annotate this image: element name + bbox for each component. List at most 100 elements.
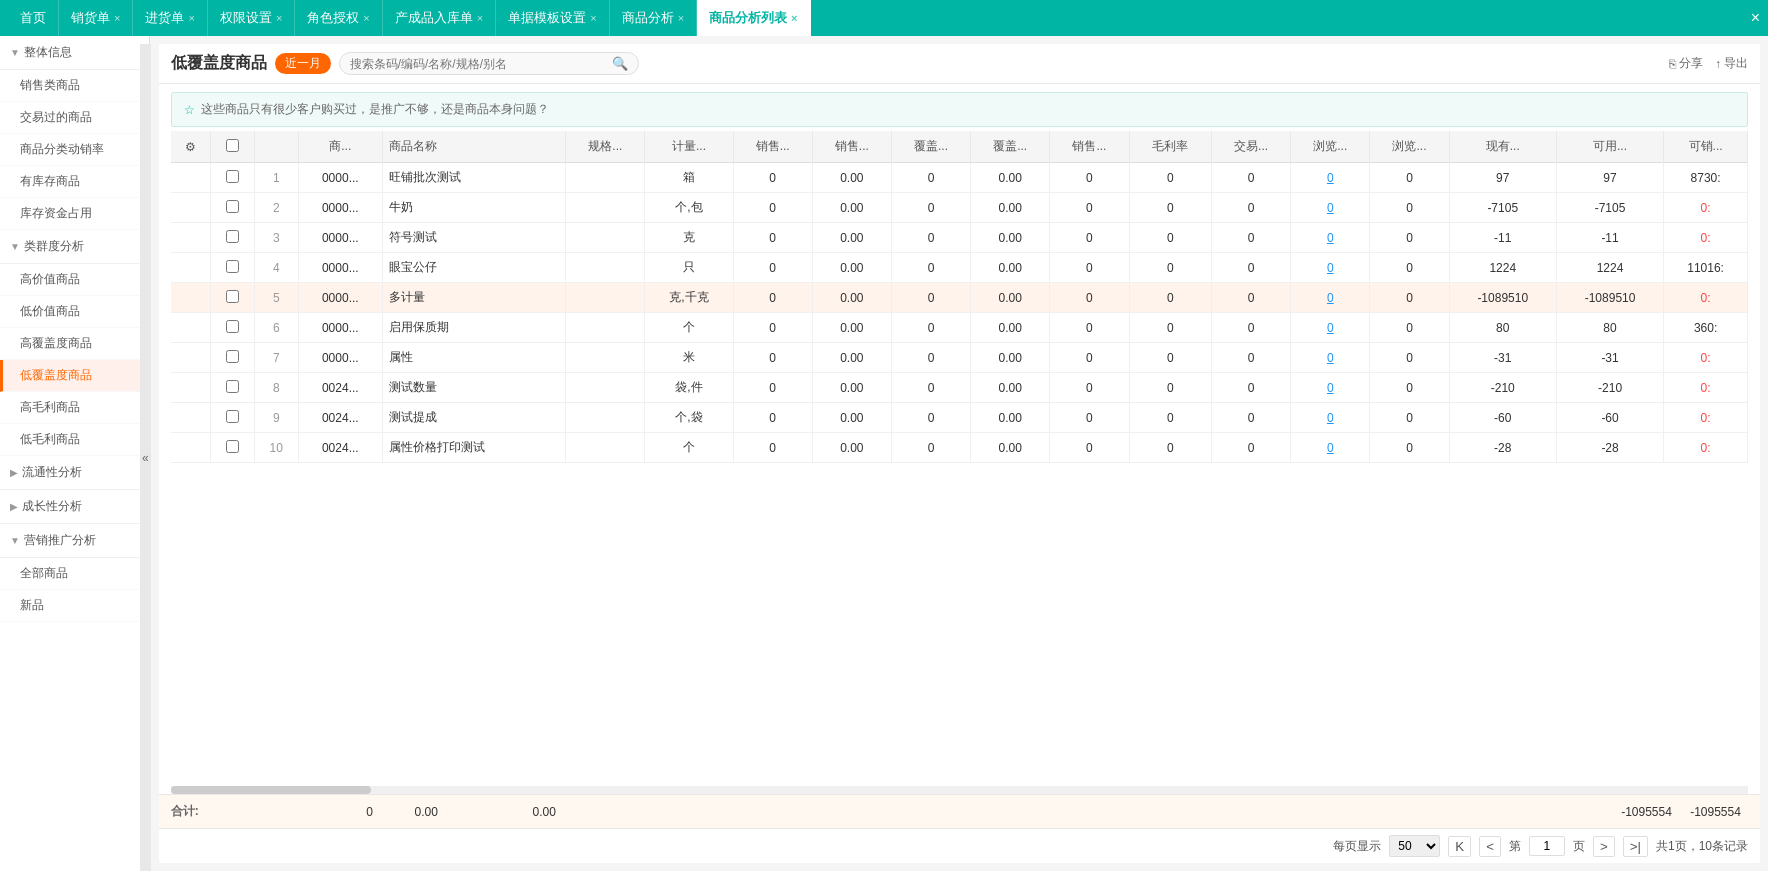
- cell-browse1[interactable]: 0: [1291, 433, 1370, 463]
- share-button[interactable]: ⎘ 分享: [1669, 55, 1703, 72]
- nav-tab-template[interactable]: 单据模板设置 ×: [496, 0, 609, 36]
- cell-browse1[interactable]: 0: [1291, 283, 1370, 313]
- sidebar-section-liquidity[interactable]: ▶ 流通性分析: [0, 456, 149, 490]
- cell-checkbox: [210, 223, 254, 253]
- close-goods-analysis-list-tab[interactable]: ×: [791, 12, 797, 24]
- th-sales1: 销售...: [733, 131, 812, 163]
- cell-sales2: 0.00: [812, 283, 891, 313]
- nav-tab-goods-analysis[interactable]: 商品分析 ×: [610, 0, 697, 36]
- close-purchase-tab[interactable]: ×: [188, 12, 194, 24]
- nav-tab-home[interactable]: 首页: [8, 0, 59, 36]
- row-checkbox[interactable]: [226, 260, 239, 273]
- sidebar-item-all-goods[interactable]: 全部商品: [0, 558, 149, 590]
- settings-icon[interactable]: ⚙: [185, 140, 196, 154]
- close-permission-tab[interactable]: ×: [276, 12, 282, 24]
- cell-browse1[interactable]: 0: [1291, 253, 1370, 283]
- cell-settings: [171, 163, 211, 193]
- page-size-select[interactable]: 50 20 100: [1389, 835, 1440, 857]
- sidebar-section-growth[interactable]: ▶ 成长性分析: [0, 490, 149, 524]
- sidebar-item-high-value[interactable]: 高价值商品: [0, 264, 149, 296]
- time-filter-button[interactable]: 近一月: [275, 53, 331, 74]
- prev-page-button[interactable]: <: [1479, 836, 1501, 857]
- cell-code: 0000...: [298, 223, 382, 253]
- sidebar-section-group[interactable]: ▼ 类群度分析: [0, 230, 149, 264]
- row-checkbox[interactable]: [226, 410, 239, 423]
- sidebar-item-high-coverage[interactable]: 高覆盖度商品: [0, 328, 149, 360]
- nav-tab-product[interactable]: 产成品入库单 ×: [383, 0, 496, 36]
- row-checkbox[interactable]: [226, 380, 239, 393]
- page-number-input[interactable]: [1529, 836, 1565, 856]
- page-unit: 页: [1573, 838, 1585, 855]
- cell-unit: 个,包: [645, 193, 733, 223]
- sidebar-item-capital[interactable]: 库存资金占用: [0, 198, 149, 230]
- row-checkbox[interactable]: [226, 440, 239, 453]
- nav-tab-sales[interactable]: 销货单 ×: [59, 0, 133, 36]
- cell-sales3: 0: [1050, 373, 1129, 403]
- sidebar-section-marketing[interactable]: ▼ 营销推广分析: [0, 524, 149, 558]
- cell-rownum: 1: [254, 163, 298, 193]
- first-page-button[interactable]: K: [1448, 836, 1471, 857]
- export-button[interactable]: ↑ 导出: [1715, 55, 1748, 72]
- cell-rownum: 4: [254, 253, 298, 283]
- row-checkbox[interactable]: [226, 290, 239, 303]
- cell-current: -1089510: [1449, 283, 1556, 313]
- nav-tab-goods-analysis-list[interactable]: 商品分析列表 ×: [697, 0, 810, 36]
- next-page-button[interactable]: >: [1593, 836, 1615, 857]
- sum-current: -1095554: [1614, 805, 1679, 819]
- cell-available: -7105: [1556, 193, 1663, 223]
- cell-browse1[interactable]: 0: [1291, 403, 1370, 433]
- close-all-button[interactable]: ×: [1751, 9, 1760, 27]
- sidebar-item-traded-goods[interactable]: 交易过的商品: [0, 102, 149, 134]
- cell-browse1[interactable]: 0: [1291, 163, 1370, 193]
- row-checkbox[interactable]: [226, 170, 239, 183]
- sidebar-item-low-coverage[interactable]: 低覆盖度商品: [0, 360, 149, 392]
- cell-sales1: 0: [733, 283, 812, 313]
- cell-sellable: 0:: [1664, 403, 1748, 433]
- sidebar-item-high-margin[interactable]: 高毛利商品: [0, 392, 149, 424]
- cell-code: 0024...: [298, 403, 382, 433]
- close-product-tab[interactable]: ×: [477, 12, 483, 24]
- sidebar: ▼ 整体信息 销售类商品 交易过的商品 商品分类动销率 有库存商品 库存资金占用…: [0, 36, 150, 871]
- sidebar-item-stock-goods[interactable]: 有库存商品: [0, 166, 149, 198]
- sidebar-section-overall[interactable]: ▼ 整体信息: [0, 36, 149, 70]
- close-sales-tab[interactable]: ×: [114, 12, 120, 24]
- row-checkbox[interactable]: [226, 320, 239, 333]
- nav-tab-permission[interactable]: 权限设置 ×: [208, 0, 295, 36]
- sidebar-item-low-value[interactable]: 低价值商品: [0, 296, 149, 328]
- cell-browse1[interactable]: 0: [1291, 193, 1370, 223]
- page-label: 第: [1509, 838, 1521, 855]
- sidebar-collapse-button[interactable]: «: [140, 44, 151, 871]
- row-checkbox[interactable]: [226, 350, 239, 363]
- row-checkbox[interactable]: [226, 230, 239, 243]
- search-icon[interactable]: 🔍: [612, 56, 628, 71]
- sidebar-item-low-margin[interactable]: 低毛利商品: [0, 424, 149, 456]
- table-row: 7 0000... 属性 米 0 0.00 0 0.00 0 0 0 0 0 -…: [171, 343, 1748, 373]
- sidebar-item-new-goods[interactable]: 新品: [0, 590, 149, 622]
- cell-browse1[interactable]: 0: [1291, 313, 1370, 343]
- cell-trans: 0: [1212, 193, 1291, 223]
- table-row: 8 0024... 测试数量 袋,件 0 0.00 0 0.00 0 0 0 0…: [171, 373, 1748, 403]
- close-goods-analysis-tab[interactable]: ×: [678, 12, 684, 24]
- cell-browse1[interactable]: 0: [1291, 343, 1370, 373]
- select-all-checkbox[interactable]: [226, 139, 239, 152]
- search-input[interactable]: [350, 57, 612, 71]
- sidebar-item-category-rate[interactable]: 商品分类动销率: [0, 134, 149, 166]
- sidebar-item-sales-goods[interactable]: 销售类商品: [0, 70, 149, 102]
- cell-settings: [171, 403, 211, 433]
- cell-current: 80: [1449, 313, 1556, 343]
- last-page-button[interactable]: >|: [1623, 836, 1648, 857]
- cell-sellable: 0:: [1664, 223, 1748, 253]
- cell-browse1[interactable]: 0: [1291, 223, 1370, 253]
- th-code: 商...: [298, 131, 382, 163]
- th-trans: 交易...: [1212, 131, 1291, 163]
- nav-tab-purchase[interactable]: 进货单 ×: [133, 0, 207, 36]
- horizontal-scrollbar[interactable]: [171, 786, 1748, 794]
- cell-browse2: 0: [1370, 193, 1449, 223]
- nav-tab-role[interactable]: 角色授权 ×: [295, 0, 382, 36]
- row-checkbox[interactable]: [226, 200, 239, 213]
- th-settings: ⚙: [171, 131, 211, 163]
- close-template-tab[interactable]: ×: [590, 12, 596, 24]
- cell-browse1[interactable]: 0: [1291, 373, 1370, 403]
- scrollbar-thumb[interactable]: [171, 786, 371, 794]
- close-role-tab[interactable]: ×: [363, 12, 369, 24]
